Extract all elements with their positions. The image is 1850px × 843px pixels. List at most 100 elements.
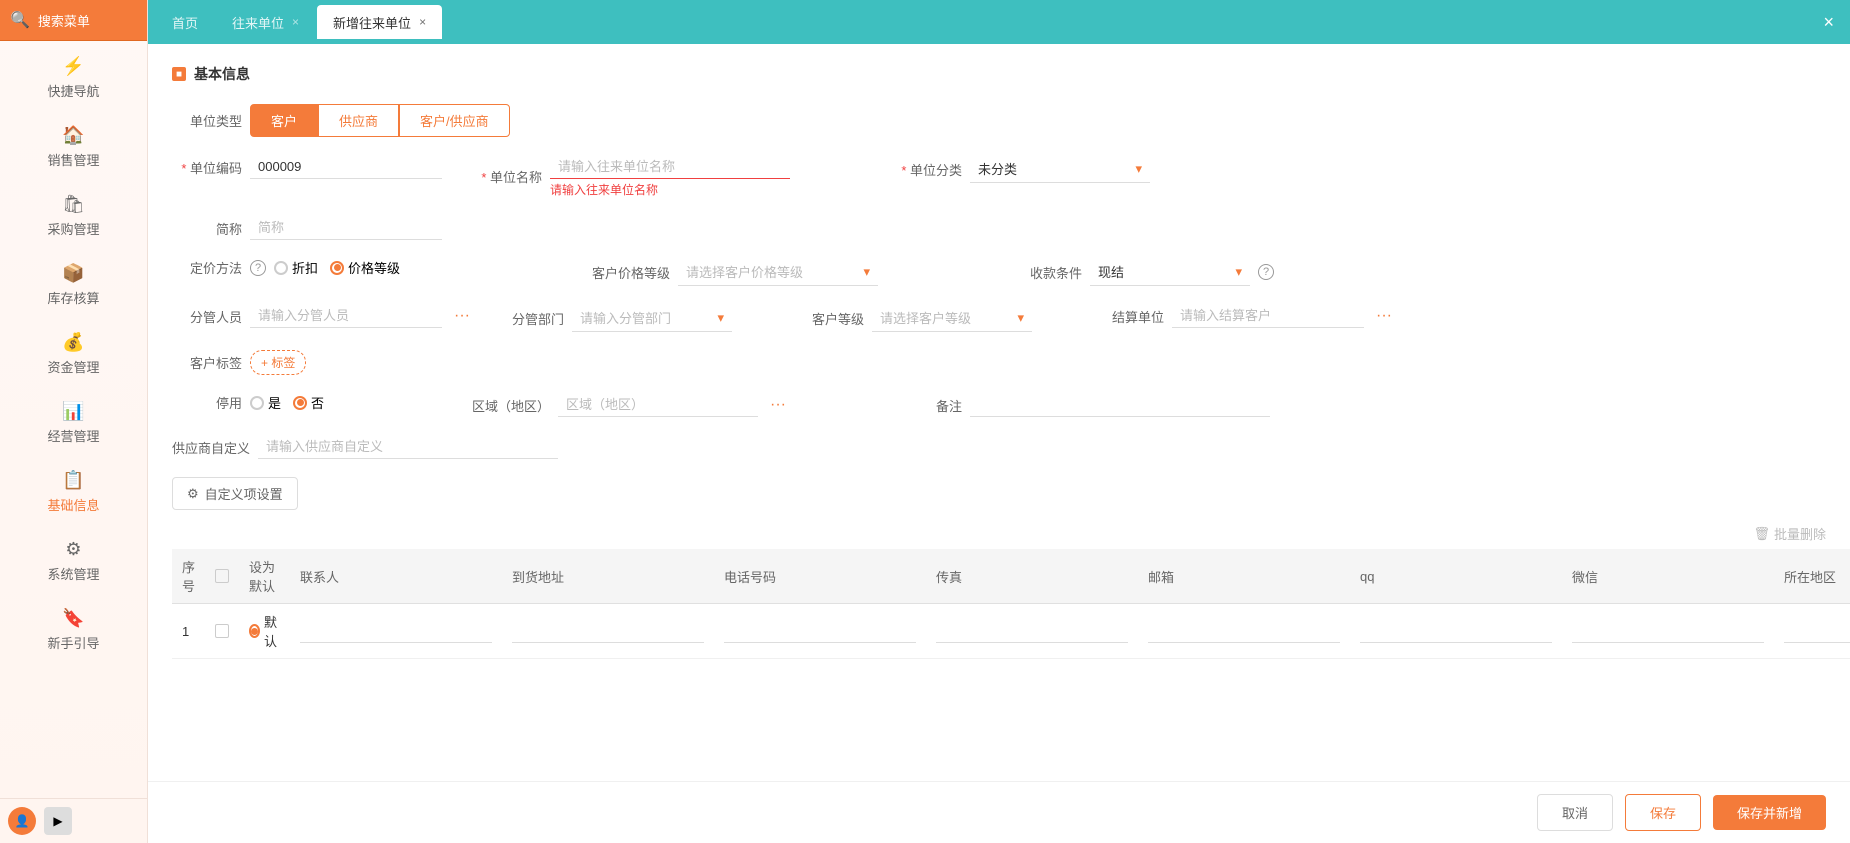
sidebar-item-label: 基础信息 [47, 495, 99, 514]
row-default-radio[interactable]: 默认 [249, 612, 280, 650]
sidebar: 🔍 搜索菜单 ⚡ 快捷导航 🏠 销售管理 🛍 采购管理 📦 库存核算 💰 资金管… [0, 0, 148, 843]
save-button[interactable]: 保存 [1625, 794, 1701, 831]
row-address [502, 604, 714, 659]
customer-price-level-placeholder: 请选择客户价格等级 [686, 262, 803, 281]
unit-type-label: 单位类型 [172, 111, 242, 130]
row-checkbox[interactable] [215, 624, 229, 638]
sidebar-item-purchase[interactable]: 🛍 采购管理 [0, 179, 147, 248]
unit-name-label: 单位名称 [472, 167, 542, 186]
table-header-row: 序号 设为默认 联系人 到货地址 电话号码 传真 邮箱 qq 微信 所在地区 操… [172, 549, 1850, 604]
sidebar-item-operations[interactable]: 📊 经营管理 [0, 386, 147, 455]
phone-input[interactable] [724, 619, 916, 643]
tab-partner-label: 往来单位 [232, 13, 284, 32]
manager-row: 分管人员 ··· 分管部门 请输入分管部门 ▾ 客户等级 请选择客户等级 ▾ 结… [172, 304, 1826, 332]
department-arrow: ▾ [717, 310, 724, 326]
disabled-yes-label: 是 [268, 393, 281, 412]
row-default-circle [249, 624, 260, 638]
unit-category-select[interactable]: 未分类 ▾ [970, 155, 1150, 183]
type-btn-customer[interactable]: 客户 [250, 104, 318, 137]
contact-input[interactable] [300, 619, 492, 643]
pricing-level-circle [330, 261, 344, 275]
address-input[interactable] [512, 619, 704, 643]
sidebar-item-quick-nav[interactable]: ⚡ 快捷导航 [0, 41, 147, 110]
manager-group: 分管人员 ··· [172, 304, 474, 328]
tab-new-partner[interactable]: 新增往来单位 × [317, 5, 442, 39]
sidebar-item-label: 经营管理 [47, 426, 99, 445]
add-tag-button[interactable]: + 标签 [250, 350, 306, 375]
save-and-new-button[interactable]: 保存并新增 [1713, 795, 1826, 830]
section-title-text: 基本信息 [194, 64, 250, 84]
pricing-discount-radio[interactable]: 折扣 [274, 258, 318, 277]
unit-code-group: 单位编码 [172, 155, 452, 179]
supplier-custom-input[interactable] [258, 435, 558, 459]
fax-input[interactable] [936, 619, 1128, 643]
settlement-unit-group: 结算单位 ··· [1094, 304, 1396, 328]
tab-home[interactable]: 首页 [156, 5, 214, 39]
unit-name-input[interactable] [550, 155, 790, 179]
pricing-discount-circle [274, 261, 288, 275]
main-area: 首页 往来单位 × 新增往来单位 × × ■ 基本信息 单位类型 客户 供应商 … [148, 0, 1850, 843]
search-menu[interactable]: 🔍 搜索菜单 [0, 0, 147, 41]
unit-category-group: 单位分类 未分类 ▾ [892, 155, 1172, 183]
sidebar-item-finance[interactable]: 💰 资金管理 [0, 317, 147, 386]
settlement-unit-input[interactable] [1172, 304, 1364, 328]
batch-delete-label[interactable]: 批量删除 [1774, 524, 1826, 543]
customer-price-level-select[interactable]: 请选择客户价格等级 ▾ [678, 258, 878, 286]
disabled-label: 停用 [172, 393, 242, 412]
department-label: 分管部门 [494, 309, 564, 328]
disabled-yes-radio[interactable]: 是 [250, 393, 281, 412]
col-qq: qq [1350, 549, 1562, 604]
pricing-level-radio[interactable]: 价格等级 [330, 258, 400, 277]
region-input[interactable] [558, 393, 758, 417]
remark-input[interactable] [970, 393, 1270, 417]
manager-more-btn[interactable]: ··· [450, 307, 474, 325]
custom-settings-button[interactable]: ⚙ 自定义项设置 [172, 477, 298, 510]
sidebar-item-base-info[interactable]: 📋 基础信息 [0, 455, 147, 524]
wechat-input[interactable] [1572, 619, 1764, 643]
sidebar-expand-btn[interactable]: ▶ [44, 807, 72, 835]
sidebar-item-sales[interactable]: 🏠 销售管理 [0, 110, 147, 179]
row-default: 默认 [239, 604, 290, 659]
unit-code-input[interactable] [250, 155, 442, 179]
cancel-button[interactable]: 取消 [1537, 794, 1613, 831]
close-all-tabs[interactable]: × [1815, 8, 1842, 37]
pricing-method-label: 定价方法 [172, 258, 242, 277]
payment-terms-group: 收款条件 现结 ▾ ? [1012, 258, 1292, 286]
settlement-unit-label: 结算单位 [1094, 307, 1164, 326]
department-select[interactable]: 请输入分管部门 ▾ [572, 304, 732, 332]
supplier-custom-label: 供应商自定义 [172, 438, 250, 457]
tag-group: 客户标签 + 标签 [172, 350, 452, 375]
tab-new-partner-close[interactable]: × [419, 15, 426, 29]
disabled-no-circle [293, 396, 307, 410]
payment-terms-select[interactable]: 现结 ▾ [1090, 258, 1250, 286]
payment-terms-arrow: ▾ [1235, 264, 1242, 280]
pricing-help-icon[interactable]: ? [250, 260, 266, 276]
search-icon: 🔍 [10, 10, 30, 30]
type-btn-both[interactable]: 客户/供应商 [399, 104, 510, 137]
table-row: 1 默认 [172, 604, 1850, 659]
short-name-input[interactable] [250, 216, 442, 240]
sidebar-item-system[interactable]: ⚙ 系统管理 [0, 524, 147, 593]
trash-icon: 🗑 [1753, 526, 1770, 542]
unit-category-value: 未分类 [978, 159, 1017, 178]
tag-row: 客户标签 + 标签 [172, 350, 1826, 375]
sidebar-item-newbie[interactable]: 🔖 新手引导 [0, 593, 147, 662]
pricing-method-group: 定价方法 ? 折扣 价格等级 [172, 258, 572, 277]
customer-level-select[interactable]: 请选择客户等级 ▾ [872, 304, 1032, 332]
short-name-row: 简称 [172, 216, 1826, 240]
tab-partner[interactable]: 往来单位 × [216, 5, 315, 39]
manager-input[interactable] [250, 304, 442, 328]
disabled-no-radio[interactable]: 否 [293, 393, 324, 412]
email-input[interactable] [1148, 619, 1340, 643]
tab-partner-close[interactable]: × [292, 15, 299, 29]
section-icon: ■ [172, 67, 186, 81]
settlement-more-btn[interactable]: ··· [1372, 307, 1396, 325]
type-btn-supplier[interactable]: 供应商 [318, 104, 399, 137]
user-avatar[interactable]: 👤 [8, 807, 36, 835]
region-more-btn[interactable]: ··· [766, 396, 790, 414]
sidebar-item-inventory[interactable]: 📦 库存核算 [0, 248, 147, 317]
qq-input[interactable] [1360, 619, 1552, 643]
row-region-input[interactable] [1784, 619, 1850, 643]
payment-help-icon[interactable]: ? [1258, 264, 1274, 280]
select-all-checkbox[interactable] [215, 569, 229, 583]
